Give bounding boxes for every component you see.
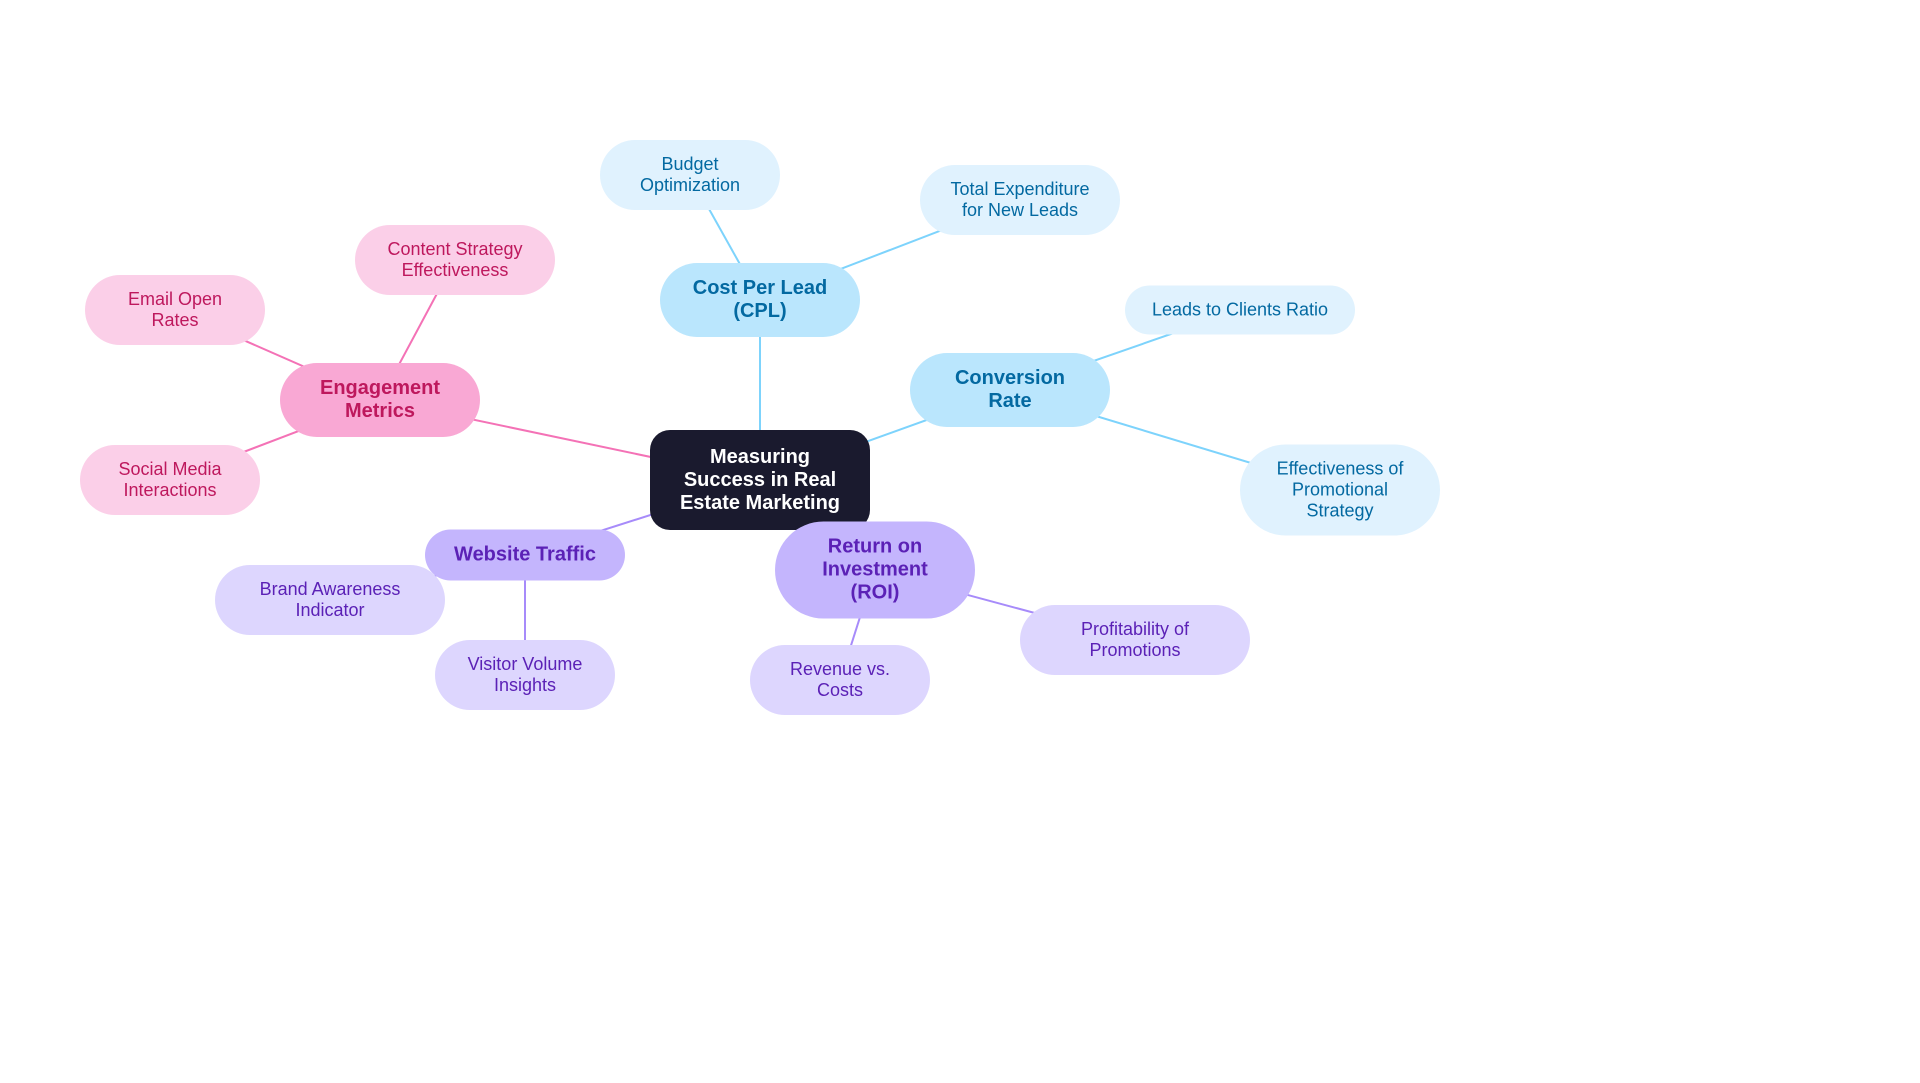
center-node[interactable]: Measuring Success in Real Estate Marketi… — [650, 430, 870, 530]
email-open-rates-node[interactable]: Email Open Rates — [85, 275, 265, 345]
visitor-volume-node[interactable]: Visitor Volume Insights — [435, 640, 615, 710]
conversion-rate-node[interactable]: Conversion Rate — [910, 353, 1110, 427]
total-expenditure-node[interactable]: Total Expenditure for New Leads — [920, 165, 1120, 235]
website-traffic-node[interactable]: Website Traffic — [425, 530, 625, 581]
profitability-node[interactable]: Profitability of Promotions — [1020, 605, 1250, 675]
social-media-node[interactable]: Social Media Interactions — [80, 445, 260, 515]
mind-map-container: Measuring Success in Real Estate Marketi… — [0, 0, 1920, 1083]
content-strategy-node[interactable]: Content Strategy Effectiveness — [355, 225, 555, 295]
cost-per-lead-node[interactable]: Cost Per Lead (CPL) — [660, 263, 860, 337]
promo-effectiveness-node[interactable]: Effectiveness of Promotional Strategy — [1240, 445, 1440, 536]
leads-clients-node[interactable]: Leads to Clients Ratio — [1125, 286, 1355, 335]
engagement-metrics-node[interactable]: Engagement Metrics — [280, 363, 480, 437]
brand-awareness-node[interactable]: Brand Awareness Indicator — [215, 565, 445, 635]
roi-node[interactable]: Return on Investment (ROI) — [775, 522, 975, 619]
revenue-costs-node[interactable]: Revenue vs. Costs — [750, 645, 930, 715]
budget-optimization-node[interactable]: Budget Optimization — [600, 140, 780, 210]
